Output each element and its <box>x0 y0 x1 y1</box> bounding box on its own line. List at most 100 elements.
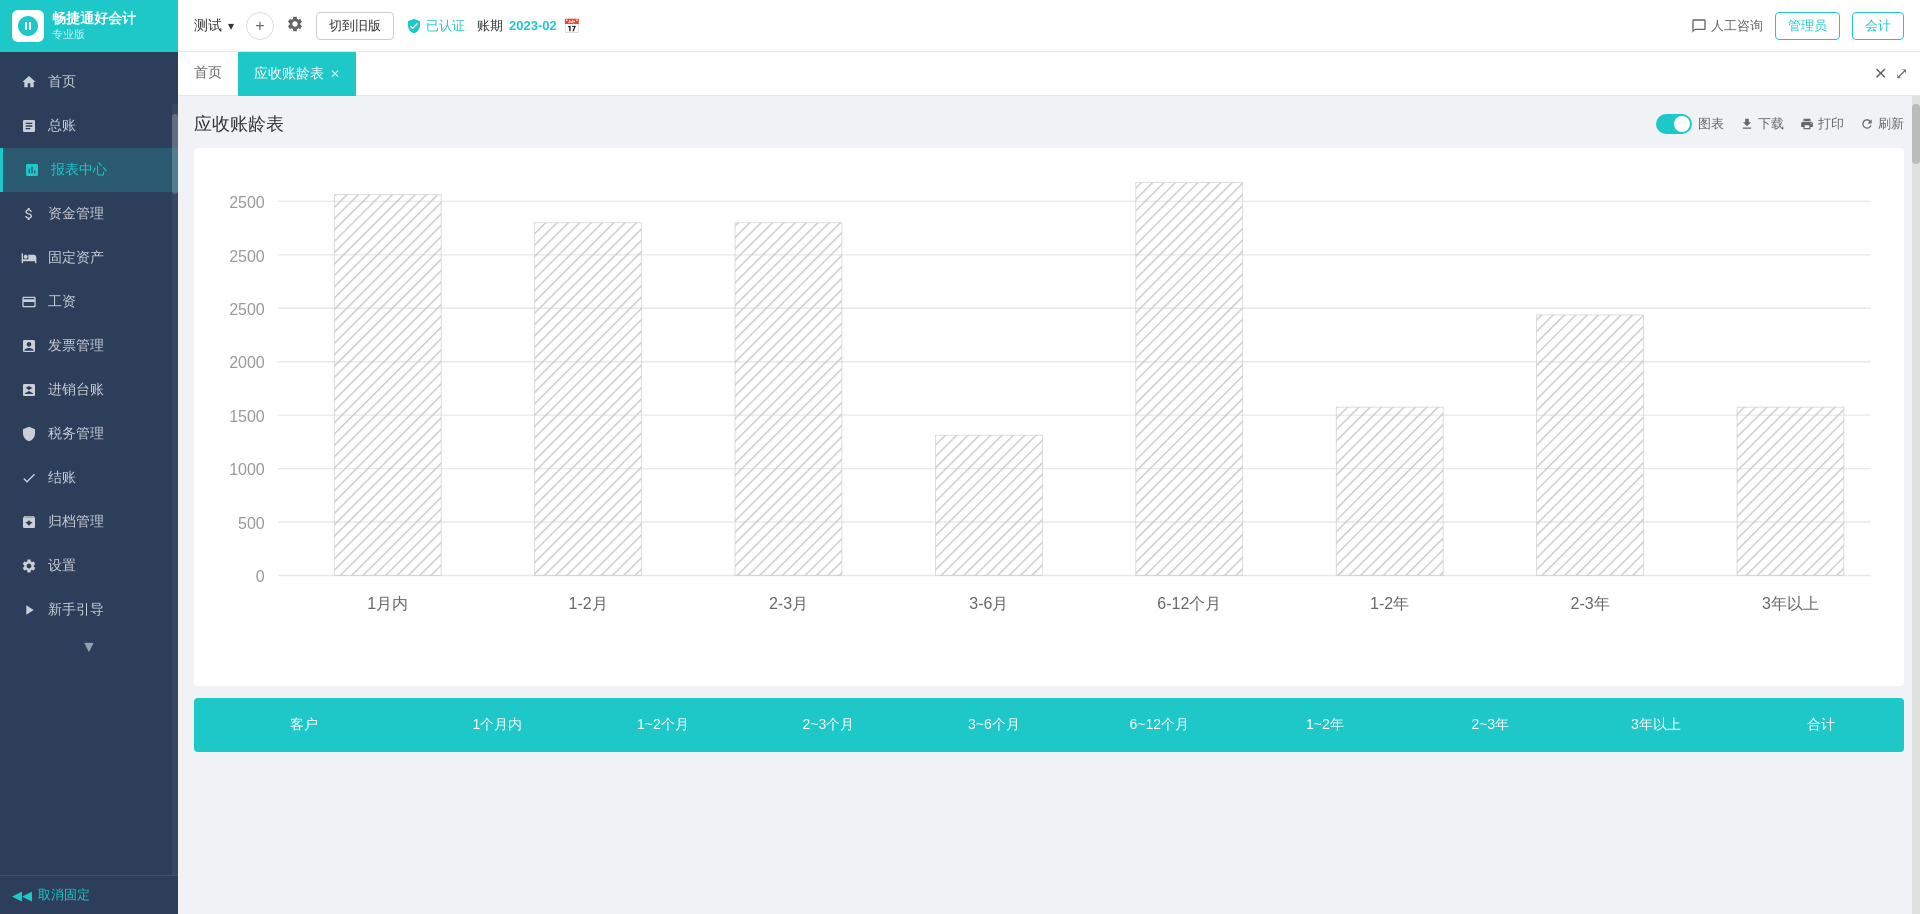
invoice-icon <box>20 337 38 355</box>
svg-text:2-3月: 2-3月 <box>769 594 808 612</box>
manager-button[interactable]: 管理员 <box>1775 12 1840 40</box>
svg-text:2000: 2000 <box>229 353 265 371</box>
svg-text:1-2年: 1-2年 <box>1370 594 1409 612</box>
svg-text:1月内: 1月内 <box>367 594 408 612</box>
company-name: 测试 <box>194 17 222 35</box>
tab-expand-button[interactable]: ⤢ <box>1895 64 1908 83</box>
certified-badge: 已认证 <box>406 17 465 35</box>
app-name: 畅捷通好会计 <box>52 10 136 27</box>
close-period-icon <box>20 469 38 487</box>
page-title: 应收账龄表 <box>194 112 1656 136</box>
sidebar-item-guide[interactable]: 新手引导 <box>0 588 178 632</box>
svg-text:2500: 2500 <box>229 300 265 318</box>
fund-icon <box>20 205 38 223</box>
app-logo: 畅捷通好会计 专业版 <box>0 0 178 52</box>
download-button[interactable]: 下载 <box>1740 115 1784 133</box>
scrollbar-thumb[interactable] <box>1912 104 1920 164</box>
switch-version-button[interactable]: 切到旧版 <box>316 12 394 40</box>
tab-home-label: 首页 <box>194 64 222 82</box>
settings-gear-button[interactable] <box>286 15 304 37</box>
sidebar-item-inventory-label: 进销台账 <box>48 381 104 399</box>
sidebar-item-invoice[interactable]: 发票管理 <box>0 324 178 368</box>
period-display: 账期 2023-02 📅 <box>477 17 580 35</box>
sidebar-unpin-btn[interactable]: ◀◀ 取消固定 <box>0 875 178 914</box>
refresh-button[interactable]: 刷新 <box>1860 115 1904 133</box>
sidebar-item-ledger[interactable]: 总账 <box>0 104 178 148</box>
main-scrollbar[interactable] <box>1912 96 1920 914</box>
period-value: 2023-02 <box>509 18 557 33</box>
svg-text:0: 0 <box>256 567 265 585</box>
svg-rect-17 <box>334 195 441 576</box>
app-edition: 专业版 <box>52 27 136 42</box>
main-content: 应收账龄表 图表 下载 打印 刷新 2500 2500 <box>178 96 1920 914</box>
ledger-icon <box>20 117 38 135</box>
svg-rect-27 <box>1336 407 1443 575</box>
archive-icon <box>20 513 38 531</box>
topbar: 测试 ▾ + 切到旧版 已认证 账期 2023-02 📅 人工咨询 管理员 会计 <box>178 0 1920 52</box>
svg-rect-23 <box>935 435 1042 575</box>
unpin-label: 取消固定 <box>38 886 90 904</box>
sidebar-item-fund[interactable]: 资金管理 <box>0 192 178 236</box>
sidebar-item-reports-label: 报表中心 <box>51 161 107 179</box>
consult-button[interactable]: 人工咨询 <box>1691 17 1763 35</box>
svg-rect-19 <box>535 223 642 576</box>
sidebar-item-close-label: 结账 <box>48 469 76 487</box>
certified-label: 已认证 <box>426 17 465 35</box>
salary-icon <box>20 293 38 311</box>
sidebar-item-reports[interactable]: 报表中心 <box>0 148 178 192</box>
tab-aging-label: 应收账龄表 <box>254 65 324 83</box>
bar-chart: 2500 2500 2500 2000 1500 1000 500 0 <box>214 168 1884 662</box>
logo-icon <box>12 10 44 42</box>
tabbar-actions: ✕ ⤢ <box>1862 64 1920 83</box>
svg-text:2500: 2500 <box>229 193 265 211</box>
chart-container: 2500 2500 2500 2000 1500 1000 500 0 <box>194 148 1904 686</box>
sidebar-item-ledger-label: 总账 <box>48 117 76 135</box>
sidebar-item-settings-label: 设置 <box>48 557 76 575</box>
sidebar-item-salary[interactable]: 工资 <box>0 280 178 324</box>
add-button[interactable]: + <box>246 12 274 40</box>
sidebar-item-assets[interactable]: 固定资产 <box>0 236 178 280</box>
svg-text:2-3年: 2-3年 <box>1570 594 1609 612</box>
svg-text:500: 500 <box>238 514 265 532</box>
tab-aging-close-icon[interactable]: ✕ <box>330 67 340 81</box>
svg-text:1500: 1500 <box>229 407 265 425</box>
sidebar-item-settings[interactable]: 设置 <box>0 544 178 588</box>
chart-toggle-label: 图表 <box>1698 115 1724 133</box>
table-col-1-2m: 1~2个月 <box>580 698 745 752</box>
page-header: 应收账龄表 图表 下载 打印 刷新 <box>194 112 1904 136</box>
assets-icon <box>20 249 38 267</box>
svg-rect-21 <box>735 223 842 576</box>
sidebar: 畅捷通好会计 专业版 首页 总账 <box>0 0 178 914</box>
role-button[interactable]: 会计 <box>1852 12 1904 40</box>
sidebar-item-assets-label: 固定资产 <box>48 249 104 267</box>
table-header: 客户 1个月内 1~2个月 2~3个月 3~6个月 6~12个月 1~2年 2~… <box>194 698 1904 752</box>
print-button[interactable]: 打印 <box>1800 115 1844 133</box>
sidebar-item-tax[interactable]: 税务管理 <box>0 412 178 456</box>
calendar-icon: 📅 <box>563 18 580 34</box>
sidebar-item-home[interactable]: 首页 <box>0 60 178 104</box>
company-chevron-icon: ▾ <box>228 19 234 33</box>
tab-close-button[interactable]: ✕ <box>1874 64 1887 83</box>
company-selector[interactable]: 测试 ▾ <box>194 17 234 35</box>
sidebar-item-archive[interactable]: 归档管理 <box>0 500 178 544</box>
sidebar-item-tax-label: 税务管理 <box>48 425 104 443</box>
chart-toggle[interactable] <box>1656 114 1692 134</box>
svg-rect-25 <box>1136 183 1243 576</box>
sidebar-scroll-down[interactable]: ▼ <box>0 632 178 662</box>
inventory-icon <box>20 381 38 399</box>
sidebar-item-inventory[interactable]: 进销台账 <box>0 368 178 412</box>
table-col-2-3y: 2~3年 <box>1408 698 1573 752</box>
table-col-1m: 1个月内 <box>415 698 580 752</box>
table-col-total: 合计 <box>1739 698 1904 752</box>
tab-home[interactable]: 首页 <box>178 52 238 96</box>
svg-text:1-2月: 1-2月 <box>569 594 608 612</box>
svg-text:3年以上: 3年以上 <box>1762 594 1819 612</box>
sidebar-item-close[interactable]: 结账 <box>0 456 178 500</box>
table-col-2-3m: 2~3个月 <box>746 698 911 752</box>
period-label: 账期 <box>477 17 503 35</box>
sidebar-item-home-label: 首页 <box>48 73 76 91</box>
chart-toggle-group: 图表 <box>1656 114 1724 134</box>
tab-aging[interactable]: 应收账龄表 ✕ <box>238 52 356 96</box>
svg-text:6-12个月: 6-12个月 <box>1157 594 1221 612</box>
sidebar-item-archive-label: 归档管理 <box>48 513 104 531</box>
